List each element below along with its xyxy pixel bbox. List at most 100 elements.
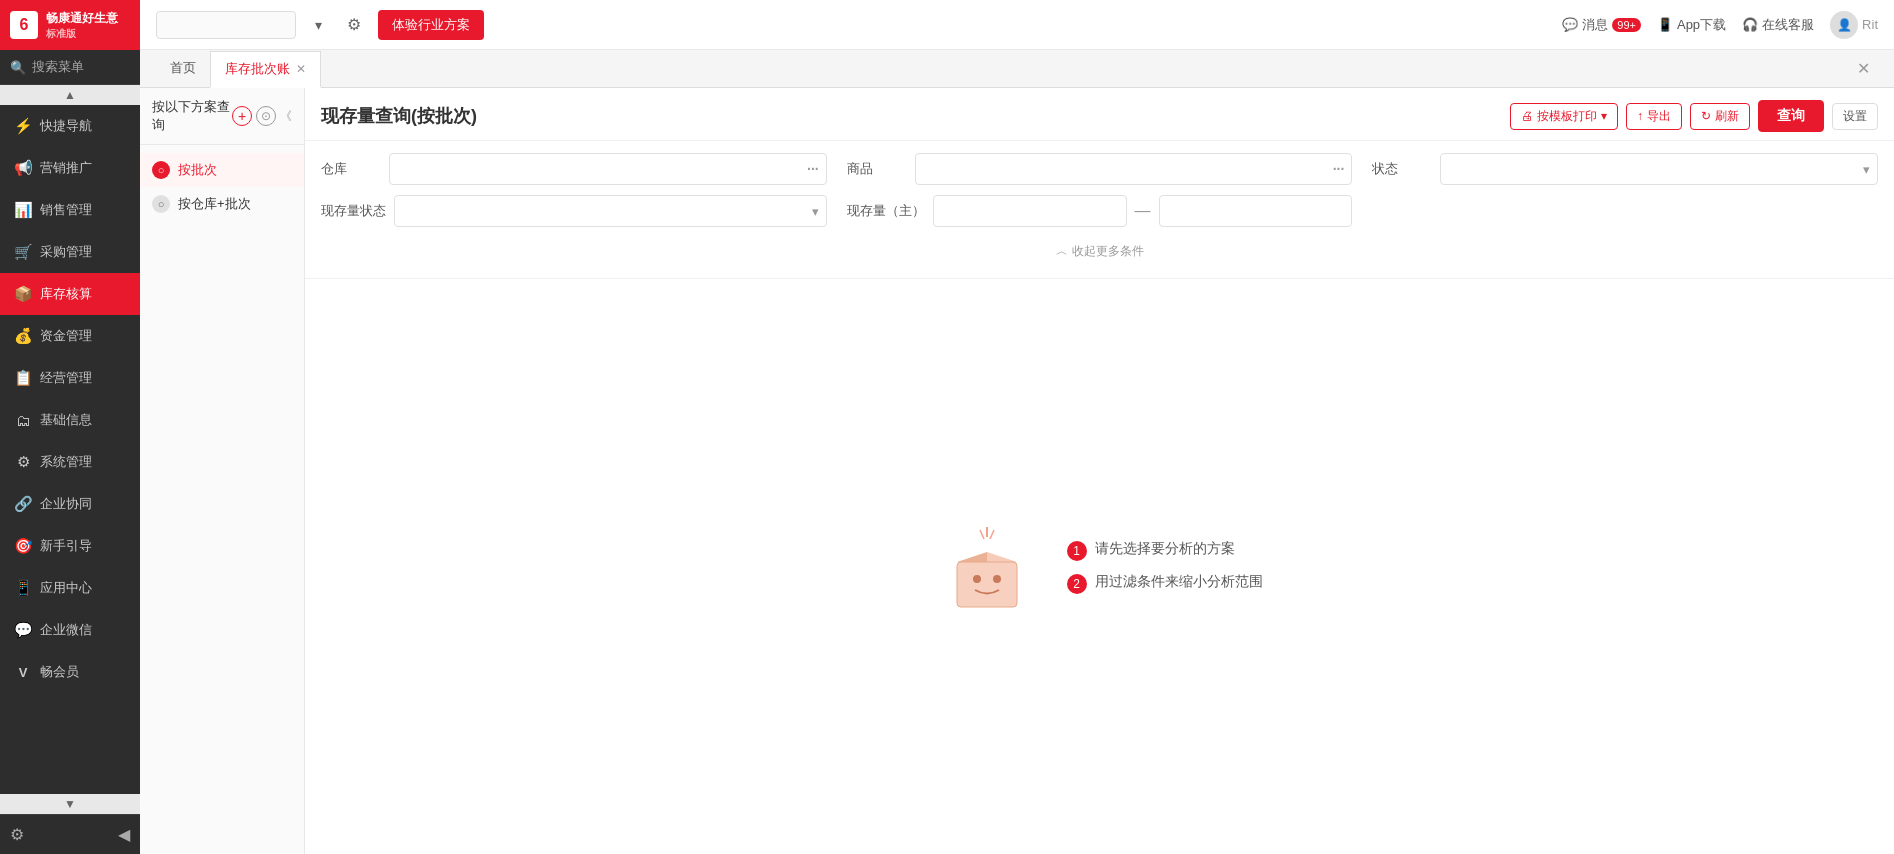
empty-state-icon-wrap	[937, 517, 1037, 617]
tab-inventory-batch[interactable]: 库存批次账 ✕	[210, 51, 321, 88]
inventory-status-select-wrap: ▾	[394, 195, 827, 227]
inventory-status-select[interactable]	[394, 195, 827, 227]
sidebar-item-wechat[interactable]: 💬 企业微信	[0, 609, 140, 651]
filter-row-1: 仓库 ··· 商品 ··· 状态	[321, 153, 1878, 185]
marketing-icon: 📢	[14, 159, 32, 177]
status-filter-field: 状态 ▾	[1372, 153, 1878, 185]
sidebar-item-operations[interactable]: 📋 经营管理	[0, 357, 140, 399]
goods-input[interactable]	[915, 153, 1353, 185]
goods-more-icon[interactable]: ···	[1333, 161, 1345, 177]
warehouse-input[interactable]	[389, 153, 827, 185]
page-header: 现存量查询(按批次) 🖨 按模板打印 ▾ ↑ 导出 ↻ 刷新	[305, 88, 1894, 141]
topbar-right: 💬 消息 99+ 📱 App下载 🎧 在线客服 👤 Rit	[1562, 11, 1878, 39]
sidebar-item-newbie[interactable]: 🎯 新手引导	[0, 525, 140, 567]
sidebar-item-system[interactable]: ⚙ 系统管理	[0, 441, 140, 483]
inventory-qty-from-input[interactable]	[933, 195, 1127, 227]
app-title-block: 畅康通好生意 标准版	[46, 10, 118, 41]
sidebar-item-inventory[interactable]: 📦 库存核算	[0, 273, 140, 315]
inventory-status-label: 现存量状态	[321, 202, 386, 220]
close-panel-icon[interactable]: ✕	[1857, 59, 1870, 78]
status-select[interactable]	[1440, 153, 1878, 185]
svg-marker-1	[957, 552, 987, 562]
settings-button[interactable]: 设置	[1832, 103, 1878, 130]
sales-icon: 📊	[14, 201, 32, 219]
empty-state-illustration	[937, 517, 1037, 617]
sidebar-item-apps[interactable]: 📱 应用中心	[0, 567, 140, 609]
enterprise-icon: 🔗	[14, 495, 32, 513]
sidebar-scroll-down[interactable]: ▼	[0, 794, 140, 814]
sidebar-item-marketing[interactable]: 📢 营销推广	[0, 147, 140, 189]
scheme-inactive-icon: ○	[152, 195, 170, 213]
newbie-icon: 🎯	[14, 537, 32, 555]
user-avatar: 👤	[1830, 11, 1858, 39]
filter-area: 仓库 ··· 商品 ··· 状态	[305, 141, 1894, 279]
collapse-chevron-up-icon: ︿	[1056, 243, 1068, 260]
sidebar-item-enterprise[interactable]: 🔗 企业协同	[0, 483, 140, 525]
sidebar: 6 畅康通好生意 标准版 🔍 搜索菜单 ▲ ⚡ 快捷导航 📢 营销推广 📊 销售…	[0, 0, 140, 854]
finance-icon: 💰	[14, 327, 32, 345]
export-icon: ↑	[1637, 109, 1643, 123]
app-download-button[interactable]: 📱 App下载	[1657, 16, 1726, 34]
page-content: 按以下方案查询 + ⊙ 《 ○ 按批次 ○ 按仓库+批次	[140, 88, 1894, 854]
qty-range-dash: —	[1135, 202, 1151, 220]
topbar-search-input[interactable]	[156, 11, 296, 39]
sidebar-item-vip[interactable]: V 畅会员	[0, 651, 140, 693]
scheme-active-icon: ○	[152, 161, 170, 179]
goods-filter-label: 商品	[847, 160, 907, 178]
sidebar-item-shortcuts[interactable]: ⚡ 快捷导航	[0, 105, 140, 147]
svg-point-4	[973, 575, 981, 583]
sidebar-footer: ⚙ ◀	[0, 814, 140, 854]
sidebar-settings-icon[interactable]: ⚙	[10, 825, 24, 844]
trial-industry-button[interactable]: 体验行业方案	[378, 10, 484, 40]
search-menu-button[interactable]: 🔍 搜索菜单	[10, 58, 130, 76]
left-panel-collapse-button[interactable]: 《	[280, 106, 292, 126]
refresh-button[interactable]: ↻ 刷新	[1690, 103, 1750, 130]
apps-icon: 📱	[14, 579, 32, 597]
collapse-filter-button[interactable]: ︿ 收起更多条件	[321, 237, 1878, 266]
empty-state-text: 1 请先选择要分析的方案 2 用过滤条件来缩小分析范围	[1067, 540, 1263, 594]
wechat-icon: 💬	[14, 621, 32, 639]
sidebar-item-finance[interactable]: 💰 资金管理	[0, 315, 140, 357]
status-filter-label: 状态	[1372, 160, 1432, 178]
basic-icon: 🗂	[14, 411, 32, 429]
add-scheme-button[interactable]: +	[232, 106, 252, 126]
shortcuts-icon: ⚡	[14, 117, 32, 135]
status-select-wrap: ▾	[1440, 153, 1878, 185]
messages-button[interactable]: 💬 消息 99+	[1562, 16, 1641, 34]
headset-icon: 🎧	[1742, 17, 1758, 32]
topbar: ▾ ⚙ 体验行业方案 💬 消息 99+ 📱 App下载 🎧 在线客服 👤 Rit	[140, 0, 1894, 50]
scheme-item-by-warehouse-batch[interactable]: ○ 按仓库+批次	[140, 187, 304, 221]
svg-marker-2	[987, 552, 1017, 562]
print-dropdown-chevron[interactable]: ▾	[1601, 109, 1607, 123]
app-version: 标准版	[46, 27, 118, 41]
scheme-settings-button[interactable]: ⊙	[256, 106, 276, 126]
tab-home[interactable]: 首页	[156, 51, 210, 87]
purchase-icon: 🛒	[14, 243, 32, 261]
warehouse-filter-field: 仓库 ···	[321, 153, 827, 185]
customer-service-button[interactable]: 🎧 在线客服	[1742, 16, 1814, 34]
sidebar-scroll-up[interactable]: ▲	[0, 85, 140, 105]
empty-hint-1-num: 1	[1067, 541, 1087, 561]
scheme-item-by-batch[interactable]: ○ 按批次	[140, 153, 304, 187]
tab-close-icon[interactable]: ✕	[296, 62, 306, 76]
page-header-actions: 🖨 按模板打印 ▾ ↑ 导出 ↻ 刷新 查询 设置	[1510, 100, 1878, 132]
export-button[interactable]: ↑ 导出	[1626, 103, 1682, 130]
topbar-dropdown-button[interactable]: ▾	[306, 13, 330, 37]
page-title: 现存量查询(按批次)	[321, 104, 477, 128]
left-panel-header: 按以下方案查询 + ⊙ 《	[140, 88, 304, 145]
sidebar-item-sales[interactable]: 📊 销售管理	[0, 189, 140, 231]
sidebar-search-area[interactable]: 🔍 搜索菜单	[0, 50, 140, 85]
inventory-qty-to-input[interactable]	[1159, 195, 1353, 227]
print-button[interactable]: 🖨 按模板打印 ▾	[1510, 103, 1618, 130]
topbar-gear-button[interactable]: ⚙	[340, 11, 368, 39]
warehouse-more-icon[interactable]: ···	[807, 161, 819, 177]
sidebar-item-purchase[interactable]: 🛒 采购管理	[0, 231, 140, 273]
sidebar-collapse-icon[interactable]: ◀	[118, 825, 130, 844]
user-avatar-button[interactable]: 👤 Rit	[1830, 11, 1878, 39]
inventory-qty-from-wrap	[933, 195, 1127, 227]
sidebar-item-basic[interactable]: 🗂 基础信息	[0, 399, 140, 441]
topbar-left: ▾ ⚙ 体验行业方案	[156, 10, 484, 40]
query-button[interactable]: 查询	[1758, 100, 1824, 132]
left-panel-title: 按以下方案查询	[152, 98, 232, 134]
svg-line-8	[990, 530, 994, 539]
